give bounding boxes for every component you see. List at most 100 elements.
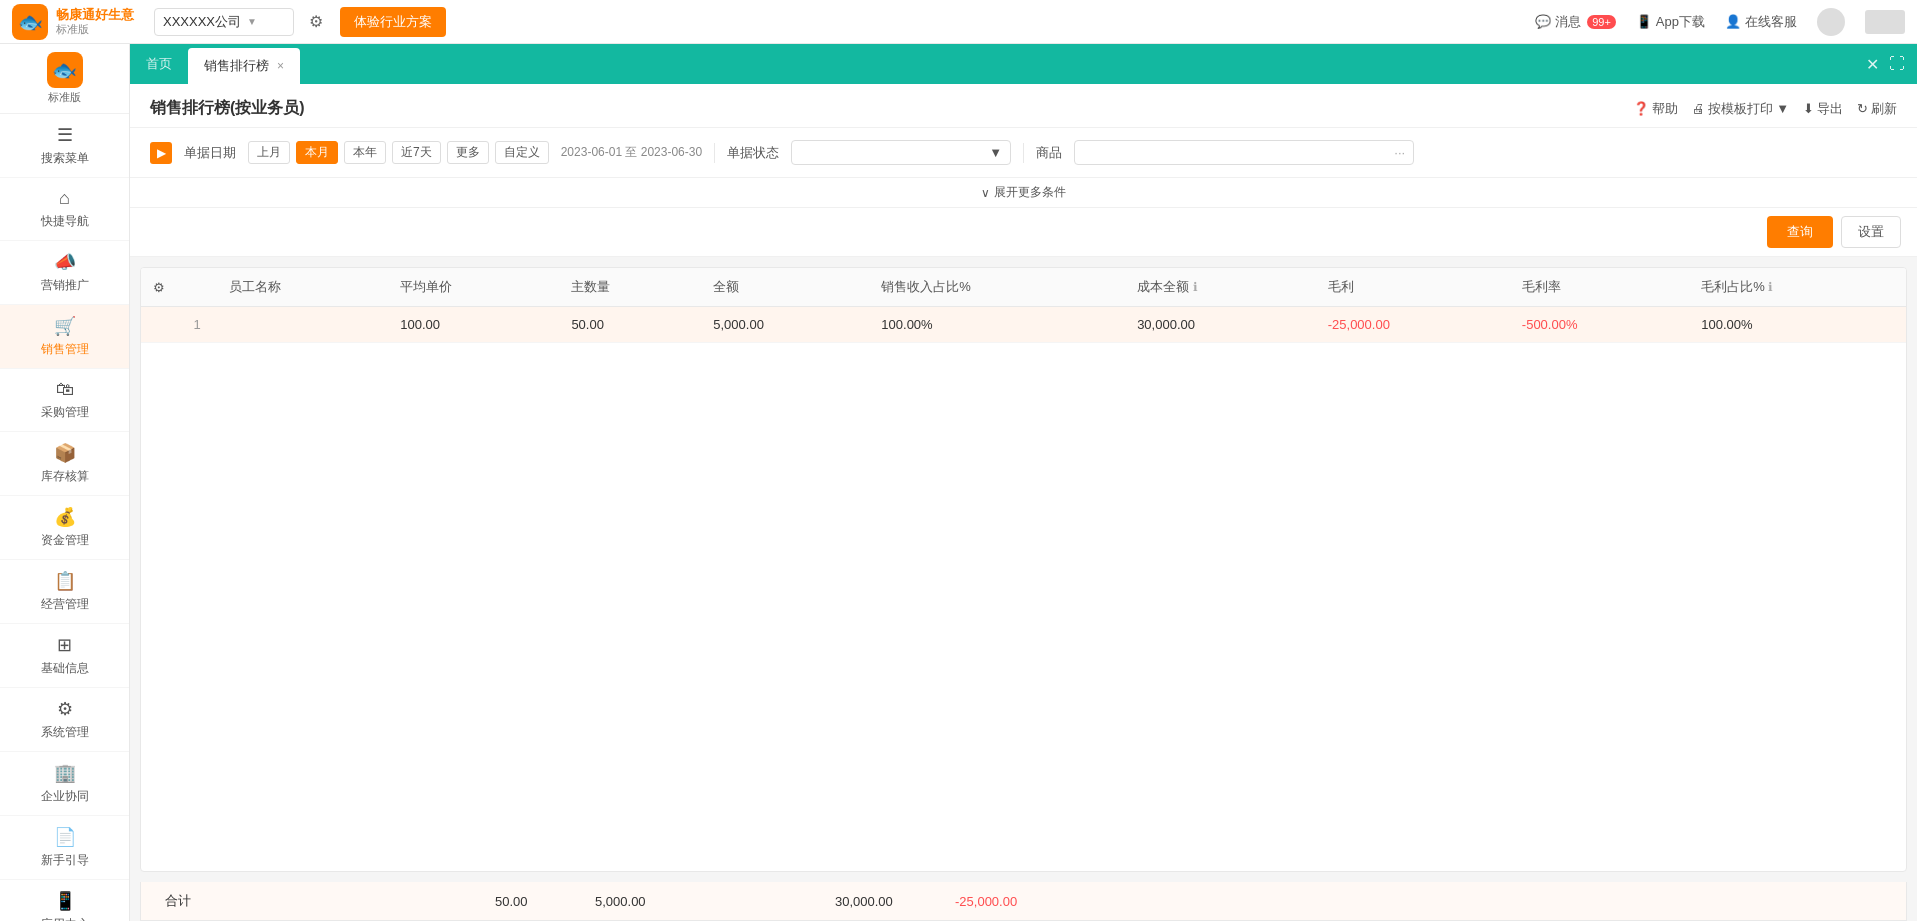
sidebar-item-quick-nav[interactable]: ⌂ 快捷导航	[0, 178, 129, 241]
enterprise-icon: 🏢	[54, 762, 76, 784]
online-service-button[interactable]: 👤 在线客服	[1725, 13, 1797, 31]
expand-more-button[interactable]: ∨ 展开更多条件	[981, 184, 1066, 201]
header-actions: ❓ 帮助 🖨 按模板打印 ▼ ⬇ 导出 ↻ 刷新	[1633, 100, 1897, 118]
goods-select[interactable]: ···	[1074, 140, 1414, 165]
table-footer: 合计 50.00 5,000.00 30,000.00 -25,000.00	[140, 882, 1907, 921]
expand-more-row: ∨ 展开更多条件	[130, 178, 1917, 208]
date-range-display: 2023-06-01 至 2023-06-30	[561, 144, 702, 161]
chevron-down-icon: ▼	[247, 16, 257, 27]
sidebar-item-operations[interactable]: 📋 经营管理	[0, 560, 129, 624]
help-button[interactable]: ❓ 帮助	[1633, 100, 1678, 118]
app-download-button[interactable]: 📱 App下载	[1636, 13, 1705, 31]
date-btn-more[interactable]: 更多	[447, 141, 489, 164]
sidebar: 🐟 标准版 ☰ 搜索菜单 ⌂ 快捷导航 📣 营销推广 🛒 销售管理 🛍 采购管理…	[0, 44, 130, 921]
filter-toggle-icon[interactable]: ▶	[150, 142, 172, 164]
col-gross-rate: 毛利率	[1510, 268, 1689, 307]
window-close-icon[interactable]: ✕	[1866, 55, 1879, 74]
refresh-button[interactable]: ↻ 刷新	[1857, 100, 1897, 118]
footer-gross: -25,000.00	[943, 894, 1063, 909]
print-icon: 🖨	[1692, 101, 1705, 116]
tab-close-icon[interactable]: ×	[277, 59, 284, 73]
date-btn-custom[interactable]: 自定义	[495, 141, 549, 164]
sidebar-item-marketing[interactable]: 📣 营销推广	[0, 241, 129, 305]
sidebar-item-inventory[interactable]: 📦 库存核算	[0, 432, 129, 496]
download-icon: 📱	[1636, 14, 1652, 29]
sidebar-item-basics[interactable]: ⊞ 基础信息	[0, 624, 129, 688]
col-quantity: 主数量	[559, 268, 701, 307]
app-name: 畅康通好生意	[56, 7, 134, 23]
company-selector[interactable]: XXXXXX公司 ▼	[154, 8, 294, 36]
page-header: 销售排行榜(按业务员) ❓ 帮助 🖨 按模板打印 ▼ ⬇ 导出	[130, 84, 1917, 128]
export-icon: ⬇	[1803, 101, 1814, 116]
row-quantity: 50.00	[559, 307, 701, 343]
status-select[interactable]: ▼	[791, 140, 1011, 165]
footer-cost: 30,000.00	[823, 894, 943, 909]
goods-dots[interactable]: ···	[1394, 145, 1405, 160]
sales-rank-table: ⚙ 员工名称 平均单价 主数量 全额 销售收入占比% 成本全额 ℹ	[141, 268, 1906, 343]
row-rank: 1	[177, 307, 217, 343]
sidebar-item-guide[interactable]: 📄 新手引导	[0, 816, 129, 880]
query-button[interactable]: 查询	[1767, 216, 1833, 248]
sidebar-item-finance[interactable]: 💰 资金管理	[0, 496, 129, 560]
col-gross: 毛利	[1316, 268, 1510, 307]
finance-icon: 💰	[54, 506, 76, 528]
operations-icon: 📋	[54, 570, 76, 592]
status-filter-label: 单据状态	[727, 144, 779, 162]
app-logo: 🐟	[12, 4, 48, 40]
tab-bar: 首页 销售排行榜 × ✕ ⛶	[130, 44, 1917, 84]
col-cost: 成本全额 ℹ	[1125, 268, 1316, 307]
row-sales-ratio: 100.00%	[869, 307, 1125, 343]
cost-info-icon[interactable]: ℹ	[1193, 280, 1198, 294]
table-row: 1 100.00 50.00 5,000.00 100.00% 30,000.0…	[141, 307, 1906, 343]
sidebar-item-search[interactable]: ☰ 搜索菜单	[0, 114, 129, 178]
sidebar-label-purchase: 采购管理	[41, 404, 89, 421]
export-button[interactable]: ⬇ 导出	[1803, 100, 1843, 118]
top-bar: 🐟 畅康通好生意 标准版 XXXXXX公司 ▼ ⚙ 体验行业方案 💬 消息 99…	[0, 0, 1917, 44]
tab-sales-rank-label: 销售排行榜	[204, 57, 269, 75]
tab-home-label: 首页	[146, 55, 172, 73]
gross-ratio-info-icon[interactable]: ℹ	[1768, 280, 1773, 294]
sidebar-label-operations: 经营管理	[41, 596, 89, 613]
home-icon: ⌂	[59, 188, 70, 209]
guide-icon: 📄	[54, 826, 76, 848]
avatar[interactable]	[1817, 8, 1845, 36]
sidebar-label-enterprise: 企业协同	[41, 788, 89, 805]
sidebar-item-system[interactable]: ⚙ 系统管理	[0, 688, 129, 752]
col-avg-price: 平均单价	[388, 268, 559, 307]
sidebar-logo: 🐟	[47, 52, 83, 88]
sidebar-label-sales: 销售管理	[41, 341, 89, 358]
page-content: 销售排行榜(按业务员) ❓ 帮助 🖨 按模板打印 ▼ ⬇ 导出	[130, 84, 1917, 921]
window-expand-icon[interactable]: ⛶	[1889, 55, 1905, 73]
expand-chevron-icon: ∨	[981, 186, 990, 200]
row-gross-rate: -500.00%	[1510, 307, 1689, 343]
sidebar-item-purchase[interactable]: 🛍 采购管理	[0, 369, 129, 432]
print-button[interactable]: 🖨 按模板打印 ▼	[1692, 100, 1789, 118]
sidebar-item-apps[interactable]: 📱 应用中心	[0, 880, 129, 921]
date-btn-last-month[interactable]: 上月	[248, 141, 290, 164]
filter-divider-1	[714, 143, 715, 163]
sidebar-label-quick-nav: 快捷导航	[41, 213, 89, 230]
tab-sales-rank[interactable]: 销售排行榜 ×	[188, 48, 300, 84]
messages-button[interactable]: 💬 消息 99+	[1535, 13, 1616, 31]
settings-icon[interactable]: ⚙	[302, 8, 330, 36]
page-title: 销售排行榜(按业务员)	[150, 98, 305, 119]
date-btn-this-month[interactable]: 本月	[296, 141, 338, 164]
col-settings-icon[interactable]: ⚙	[153, 280, 165, 295]
message-icon: 💬	[1535, 14, 1551, 29]
table-settings-button[interactable]: 设置	[1841, 216, 1901, 248]
filter-divider-2	[1023, 143, 1024, 163]
sidebar-item-enterprise[interactable]: 🏢 企业协同	[0, 752, 129, 816]
date-range-text: 2023-06-01 至 2023-06-30	[561, 144, 702, 161]
row-gross: -25,000.00	[1316, 307, 1510, 343]
sidebar-item-sales[interactable]: 🛒 销售管理	[0, 305, 129, 369]
row-gross-ratio: 100.00%	[1689, 307, 1906, 343]
date-btn-this-year[interactable]: 本年	[344, 141, 386, 164]
row-avg-price: 100.00	[388, 307, 559, 343]
tab-home[interactable]: 首页	[130, 44, 188, 84]
sidebar-label-system: 系统管理	[41, 724, 89, 741]
sidebar-label-search: 搜索菜单	[41, 150, 89, 167]
col-gross-ratio: 毛利占比% ℹ	[1689, 268, 1906, 307]
trial-button[interactable]: 体验行业方案	[340, 7, 446, 37]
marketing-icon: 📣	[54, 251, 76, 273]
date-btn-7days[interactable]: 近7天	[392, 141, 441, 164]
